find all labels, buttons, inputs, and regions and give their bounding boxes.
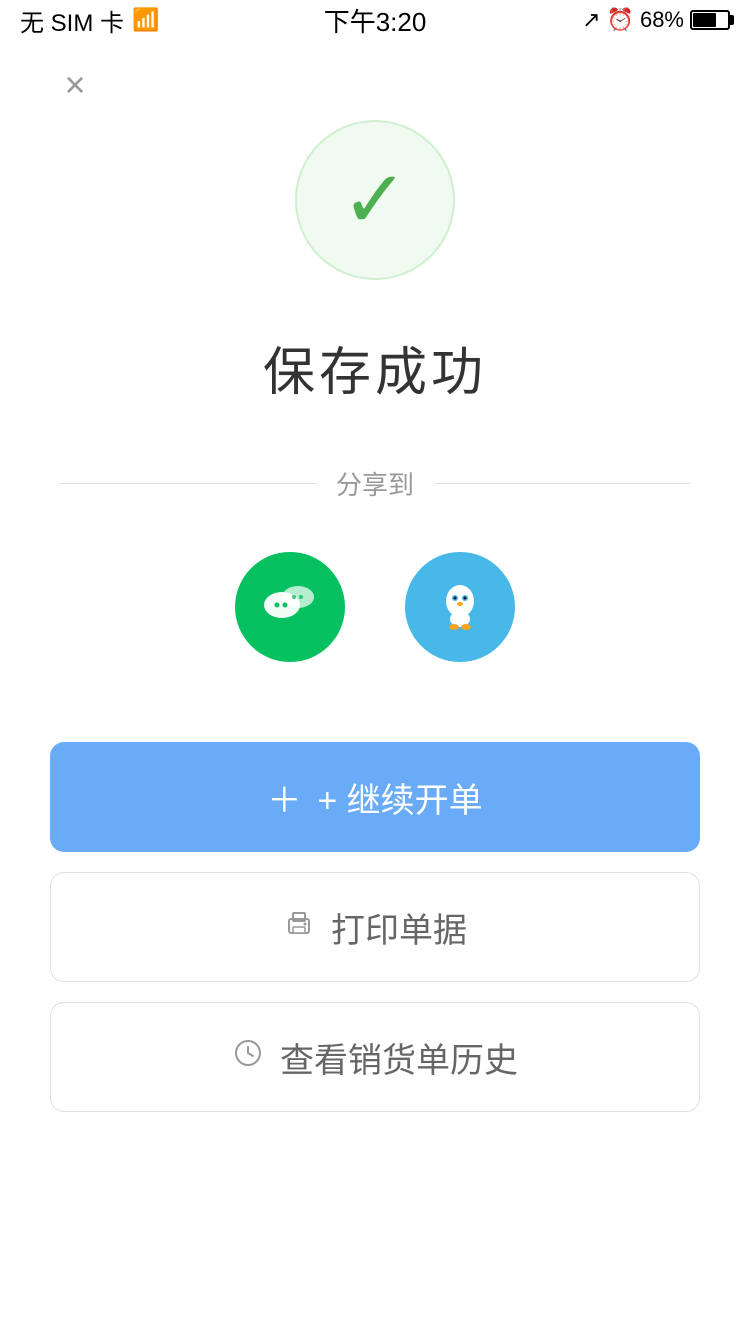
- main-content: ✓ 保存成功 分享到: [0, 40, 750, 1112]
- carrier-text: 无 SIM 卡: [20, 3, 124, 38]
- print-button[interactable]: 打印单据: [50, 872, 700, 982]
- print-label: 打印单据: [331, 903, 467, 952]
- share-icons-container: [235, 552, 515, 662]
- status-left: 无 SIM 卡 📶: [20, 3, 159, 38]
- history-label: 查看销货单历史: [280, 1033, 518, 1082]
- continue-button[interactable]: ＋ + 继续开单: [50, 742, 700, 852]
- printer-icon: [283, 907, 315, 947]
- status-right: ↗ ⏰ 68%: [582, 7, 730, 33]
- success-title: 保存成功: [263, 330, 487, 405]
- qq-icon: [428, 575, 492, 639]
- divider-line-right: [434, 483, 690, 484]
- battery-percentage: 68%: [640, 7, 684, 33]
- wechat-icon: [258, 575, 322, 639]
- divider-line-left: [60, 483, 316, 484]
- history-button[interactable]: 查看销货单历史: [50, 1002, 700, 1112]
- status-time: 下午3:20: [324, 2, 427, 39]
- buttons-container: ＋ + 继续开单 打印单据: [0, 742, 750, 1112]
- battery-bar: [690, 10, 730, 30]
- wechat-share-button[interactable]: [235, 552, 345, 662]
- wifi-icon: 📶: [132, 7, 159, 33]
- status-bar: 无 SIM 卡 📶 下午3:20 ↗ ⏰ 68%: [0, 0, 750, 40]
- close-icon: ×: [64, 67, 85, 103]
- battery-fill: [693, 13, 716, 27]
- alarm-icon: ⏰: [607, 7, 634, 33]
- continue-label: + 继续开单: [317, 773, 482, 822]
- plus-icon: ＋: [267, 773, 301, 822]
- location-icon: ↗: [582, 7, 600, 33]
- checkmark-icon: ✓: [341, 160, 408, 240]
- clock-icon: [232, 1037, 264, 1078]
- share-label: 分享到: [336, 465, 414, 502]
- qq-share-button[interactable]: [405, 552, 515, 662]
- share-divider: 分享到: [0, 465, 750, 502]
- close-button[interactable]: ×: [50, 60, 100, 110]
- success-circle: ✓: [295, 120, 455, 280]
